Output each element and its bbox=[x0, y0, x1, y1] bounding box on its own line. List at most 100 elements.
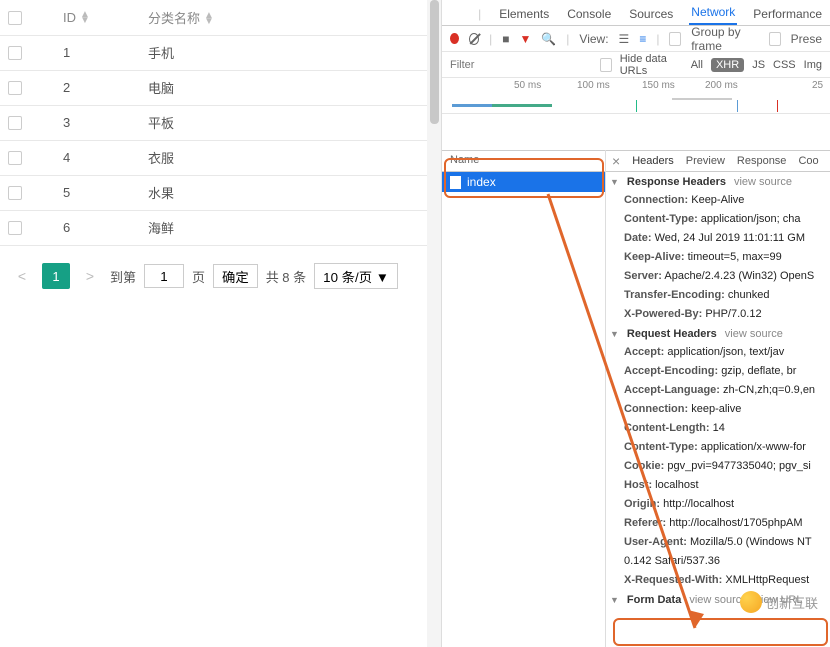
tab-preview[interactable]: Preview bbox=[686, 155, 725, 167]
overview-icon[interactable]: ≡ bbox=[639, 32, 646, 46]
tick-250: 25 bbox=[812, 80, 823, 91]
header-kv: Cookie: pgv_pvi=9477335040; pgv_si bbox=[606, 457, 830, 476]
watermark-icon bbox=[740, 591, 762, 613]
scrollbar-thumb[interactable] bbox=[430, 0, 439, 124]
clear-button[interactable] bbox=[469, 33, 479, 45]
tab-console[interactable]: Console bbox=[565, 7, 613, 25]
tab-network[interactable]: Network bbox=[689, 5, 737, 25]
filter-css[interactable]: CSS bbox=[773, 59, 796, 71]
tab-sources[interactable]: Sources bbox=[627, 7, 675, 25]
header-kv: Content-Length: 14 bbox=[606, 419, 830, 438]
detail-tabs: × Headers Preview Response Coo bbox=[606, 150, 830, 172]
name-column-header[interactable]: Name bbox=[442, 150, 605, 172]
camera-icon[interactable]: ■ bbox=[502, 32, 509, 46]
row-checkbox[interactable] bbox=[8, 81, 22, 95]
tab-elements[interactable]: Elements bbox=[497, 7, 551, 25]
tab-cookies[interactable]: Coo bbox=[798, 155, 818, 167]
category-table: ID▲▼ 分类名称▲▼ 1手机 2电脑 3平板 4衣服 5水果 6海鲜 bbox=[0, 0, 441, 246]
request-item-index[interactable]: index bbox=[442, 172, 605, 192]
header-kv: Origin: http://localhost bbox=[606, 495, 830, 514]
header-kv: Content-Type: application/x-www-for bbox=[606, 438, 830, 457]
table-row[interactable]: 6海鲜 bbox=[0, 210, 441, 245]
prev-page-button[interactable]: < bbox=[10, 264, 34, 288]
search-icon[interactable]: 🔍 bbox=[541, 32, 556, 46]
response-headers-section[interactable]: ▼Response Headersview source bbox=[606, 172, 830, 191]
goto-confirm-button[interactable]: 确定 bbox=[213, 264, 258, 288]
tick-100: 100 ms bbox=[577, 80, 610, 91]
header-kv: Content-Type: application/json; cha bbox=[606, 210, 830, 229]
select-all-checkbox[interactable] bbox=[8, 11, 22, 25]
devtools-tabs: | Elements Console Sources Network Perfo… bbox=[442, 0, 830, 26]
waterfall-overview[interactable]: 50 ms 100 ms 150 ms 200 ms 25 bbox=[442, 78, 830, 114]
table-row[interactable]: 4衣服 bbox=[0, 140, 441, 175]
preserve-checkbox[interactable] bbox=[769, 32, 781, 46]
header-kv: Connection: Keep-Alive bbox=[606, 191, 830, 210]
watermark-text: 创新互联 bbox=[766, 593, 818, 612]
tick-50: 50 ms bbox=[514, 80, 541, 91]
header-kv: Connection: keep-alive bbox=[606, 400, 830, 419]
perpage-select[interactable]: 10 条/页 ▼ bbox=[314, 263, 398, 289]
sort-icon: ▲▼ bbox=[80, 12, 90, 24]
large-rows-icon[interactable]: ☰ bbox=[619, 32, 630, 46]
goto-input[interactable] bbox=[144, 264, 184, 288]
preserve-label: Prese bbox=[791, 32, 822, 46]
header-kv: Referer: http://localhost/1705phpAM bbox=[606, 514, 830, 533]
group-checkbox[interactable] bbox=[669, 32, 681, 46]
table-row[interactable]: 5水果 bbox=[0, 175, 441, 210]
total-count: 共 8 条 bbox=[266, 267, 306, 286]
header-kv: X-Powered-By: PHP/7.0.12 bbox=[606, 305, 830, 324]
col-name[interactable]: 分类名称▲▼ bbox=[140, 0, 441, 35]
header-kv: Transfer-Encoding: chunked bbox=[606, 286, 830, 305]
request-headers-section[interactable]: ▼Request Headersview source bbox=[606, 324, 830, 343]
table-row[interactable]: 3平板 bbox=[0, 105, 441, 140]
filter-row: Hide data URLs All XHR JS CSS Img bbox=[442, 52, 830, 78]
header-kv: Accept: application/json, text/jav bbox=[606, 343, 830, 362]
network-toolbar: | ■ ▼ 🔍 | View: ☰ ≡ | Group by frame Pre… bbox=[442, 26, 830, 52]
header-kv: 0.142 Safari/537.36 bbox=[606, 552, 830, 571]
filter-img[interactable]: Img bbox=[804, 59, 822, 71]
header-kv: X-Requested-With: XMLHttpRequest bbox=[606, 571, 830, 590]
row-checkbox[interactable] bbox=[8, 221, 22, 235]
filter-input[interactable] bbox=[450, 59, 592, 71]
filter-all[interactable]: All bbox=[691, 59, 703, 71]
record-button[interactable] bbox=[450, 33, 459, 44]
row-checkbox[interactable] bbox=[8, 151, 22, 165]
request-detail-pane: × Headers Preview Response Coo ▼Response… bbox=[606, 150, 830, 647]
filter-xhr[interactable]: XHR bbox=[711, 58, 744, 72]
request-name: index bbox=[467, 175, 496, 189]
tick-200: 200 ms bbox=[705, 80, 738, 91]
filter-icon[interactable]: ▼ bbox=[519, 32, 531, 46]
row-checkbox[interactable] bbox=[8, 186, 22, 200]
hide-urls-checkbox[interactable] bbox=[600, 58, 612, 72]
group-label: Group by frame bbox=[691, 25, 759, 53]
watermark: 创新互联 bbox=[740, 591, 818, 613]
tab-performance[interactable]: Performance bbox=[751, 7, 824, 25]
view-label: View: bbox=[579, 32, 608, 46]
header-kv: Date: Wed, 24 Jul 2019 11:01:11 GM bbox=[606, 229, 830, 248]
data-table-panel: ID▲▼ 分类名称▲▼ 1手机 2电脑 3平板 4衣服 5水果 6海鲜 < 1 … bbox=[0, 0, 442, 647]
request-list-pane: Name index bbox=[442, 150, 606, 647]
row-checkbox[interactable] bbox=[8, 116, 22, 130]
goto-label: 到第 bbox=[110, 267, 136, 286]
table-row[interactable]: 1手机 bbox=[0, 35, 441, 70]
tab-headers[interactable]: Headers bbox=[632, 155, 674, 167]
sort-icon: ▲▼ bbox=[204, 13, 214, 25]
current-page[interactable]: 1 bbox=[42, 263, 70, 289]
header-kv: Accept-Encoding: gzip, deflate, br bbox=[606, 362, 830, 381]
tick-150: 150 ms bbox=[642, 80, 675, 91]
table-header-row: ID▲▼ 分类名称▲▼ bbox=[0, 0, 441, 35]
close-detail-button[interactable]: × bbox=[612, 154, 620, 168]
page-label: 页 bbox=[192, 267, 205, 286]
filter-js[interactable]: JS bbox=[752, 59, 765, 71]
tab-response[interactable]: Response bbox=[737, 155, 787, 167]
header-kv: Keep-Alive: timeout=5, max=99 bbox=[606, 248, 830, 267]
hide-urls-label: Hide data URLs bbox=[620, 53, 683, 77]
header-kv: Host: localhost bbox=[606, 476, 830, 495]
vertical-scrollbar[interactable] bbox=[427, 0, 441, 647]
row-checkbox[interactable] bbox=[8, 46, 22, 60]
col-id[interactable]: ID▲▼ bbox=[55, 0, 140, 35]
devtools-panel: | Elements Console Sources Network Perfo… bbox=[442, 0, 830, 647]
next-page-button[interactable]: > bbox=[78, 264, 102, 288]
header-kv: User-Agent: Mozilla/5.0 (Windows NT bbox=[606, 533, 830, 552]
table-row[interactable]: 2电脑 bbox=[0, 70, 441, 105]
